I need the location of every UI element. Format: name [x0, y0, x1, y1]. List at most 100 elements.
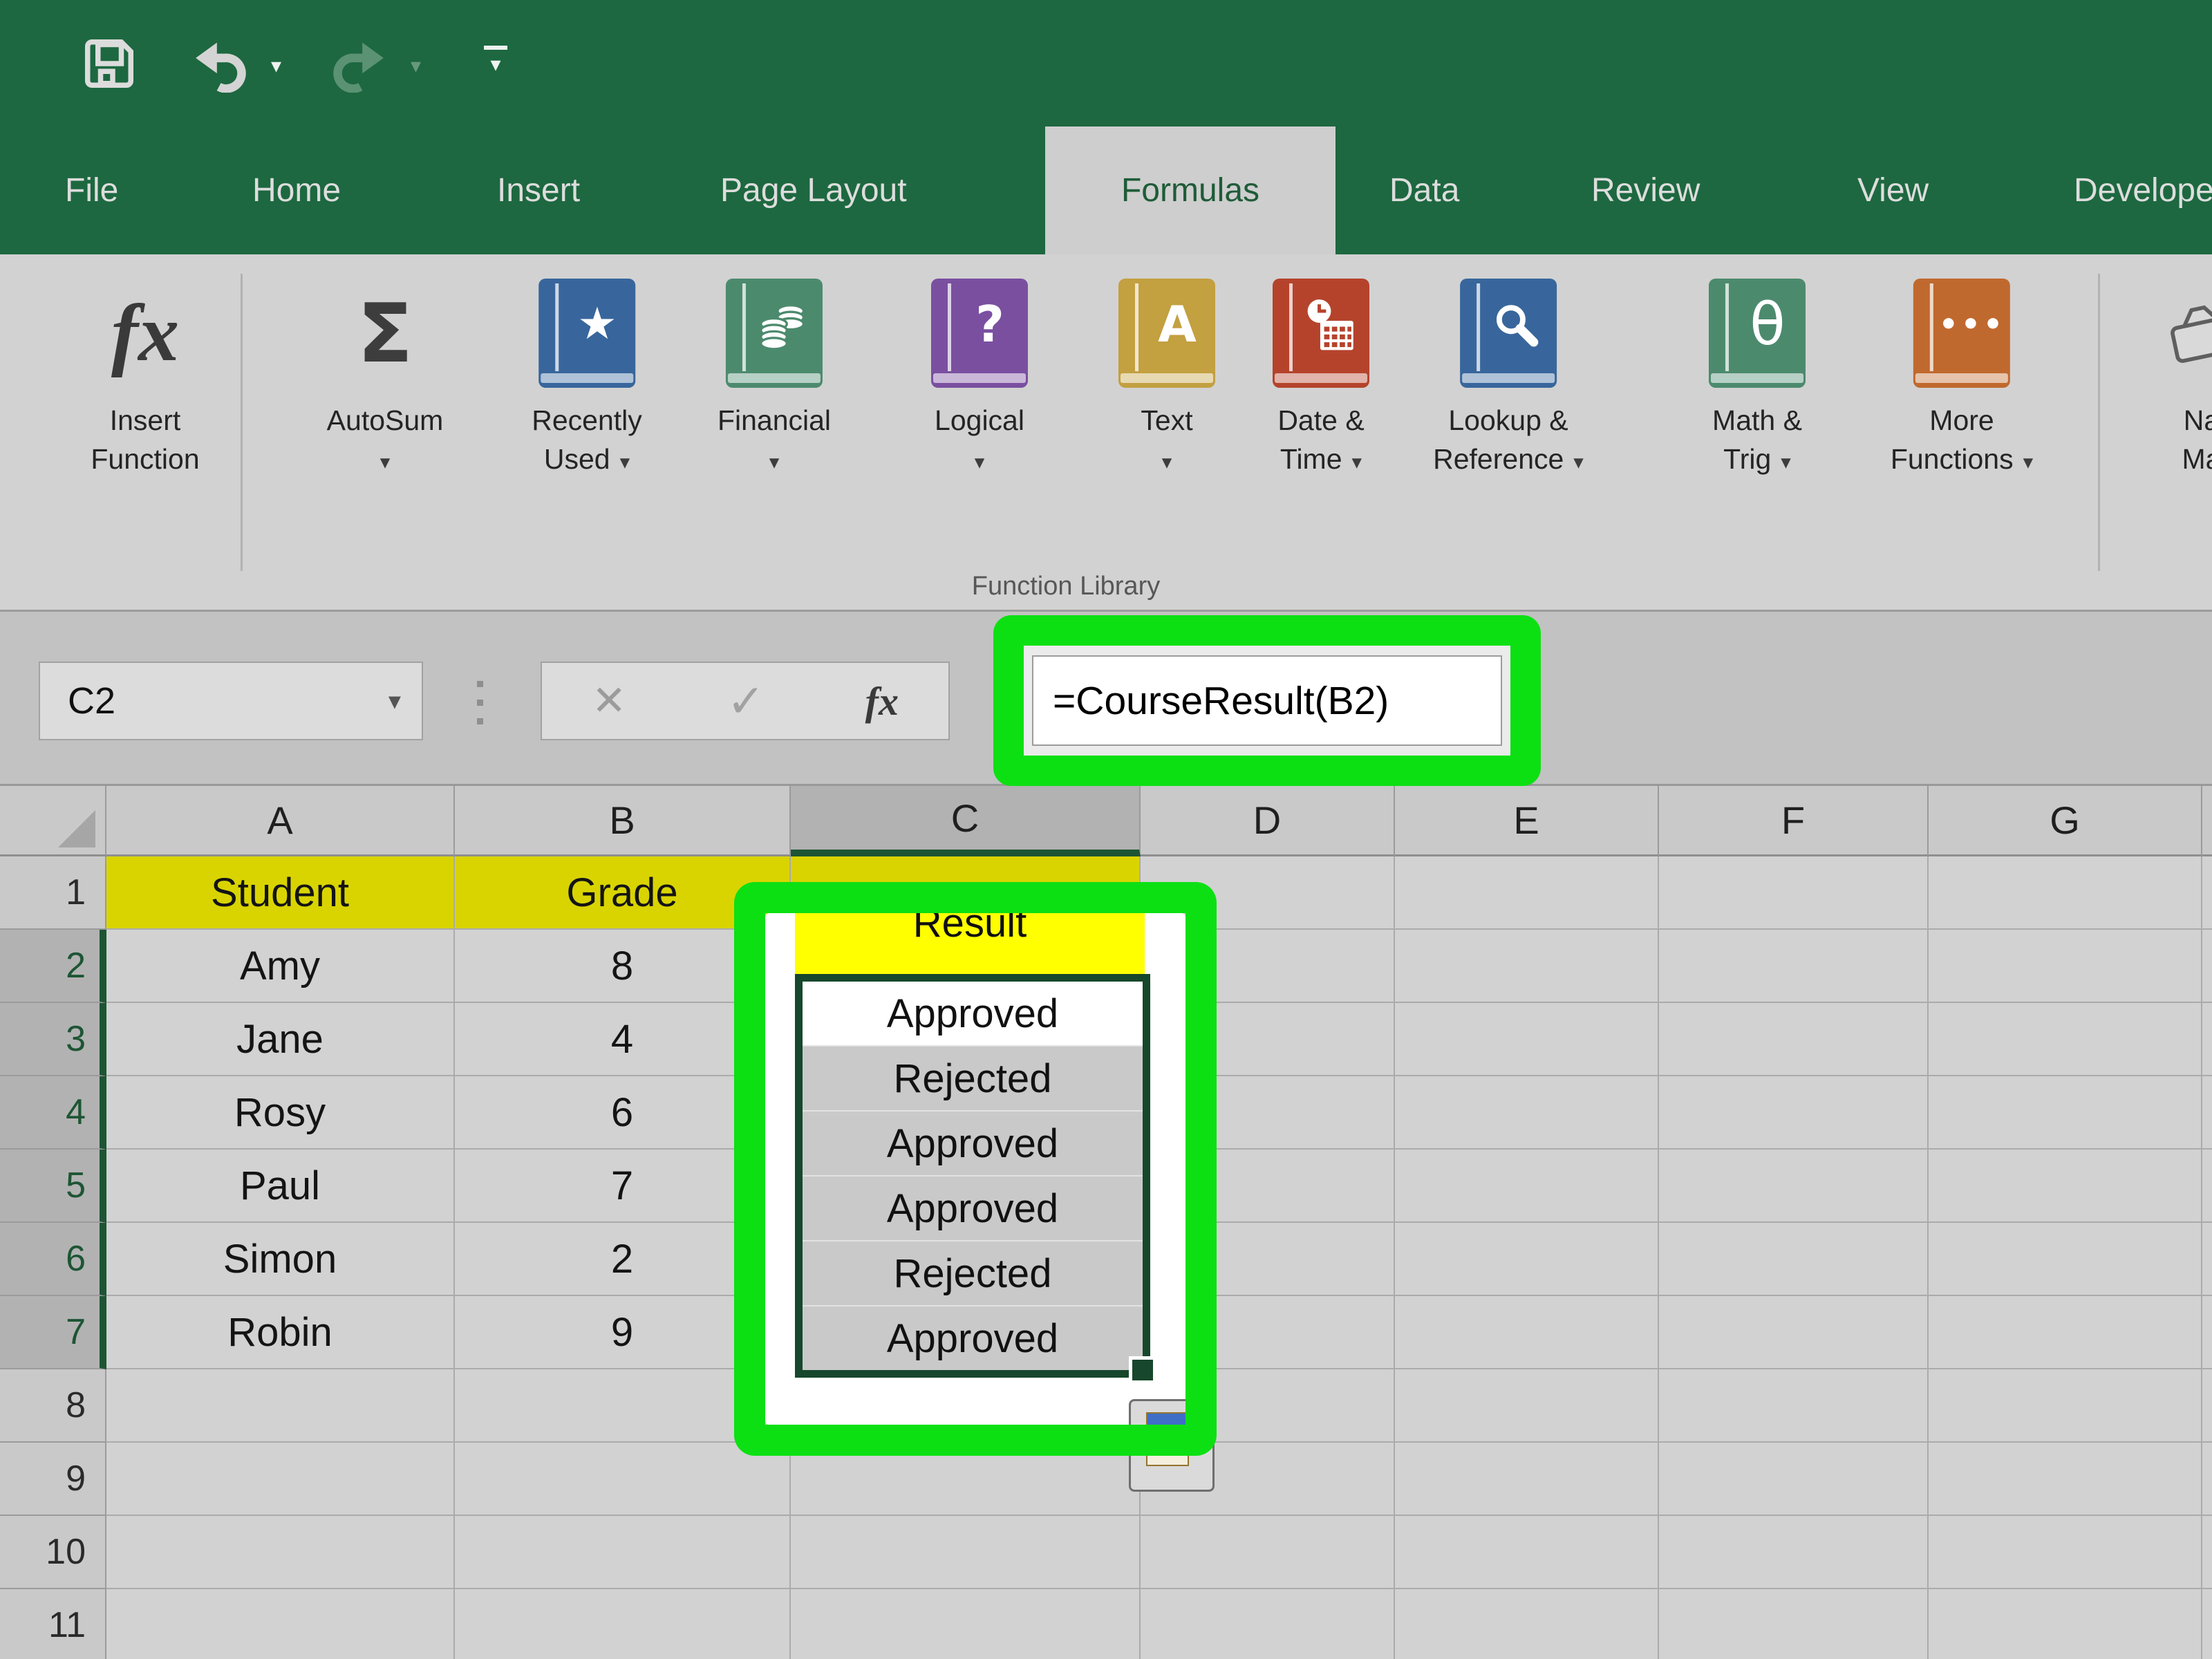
row-header-5[interactable]: 5 [0, 1150, 106, 1223]
undo-button[interactable] [188, 39, 252, 96]
column-header-A[interactable]: A [106, 786, 455, 856]
cell-A1[interactable]: Student [106, 856, 455, 930]
cell-E6[interactable] [1395, 1223, 1659, 1296]
cell-A11[interactable] [106, 1589, 455, 1659]
cell-H9[interactable] [2202, 1443, 2212, 1516]
date-time-button[interactable]: Date & Time ▾ [1273, 271, 1369, 478]
row-header-8[interactable]: 8 [0, 1369, 106, 1443]
cell-E7[interactable] [1395, 1296, 1659, 1369]
cell-G9[interactable] [1929, 1443, 2202, 1516]
chevron-down-icon[interactable]: ▾ [975, 444, 985, 474]
cell-F9[interactable] [1659, 1443, 1929, 1516]
cell-G11[interactable] [1929, 1589, 2202, 1659]
insert-function-button[interactable]: fx Insert Function [91, 271, 199, 478]
fill-handle[interactable] [1129, 1356, 1156, 1384]
cell-G3[interactable] [1929, 1003, 2202, 1076]
chevron-down-icon[interactable]: ▾ [1781, 444, 1791, 474]
cell-H6[interactable] [2202, 1223, 2212, 1296]
cell-H4[interactable] [2202, 1076, 2212, 1150]
cell-E11[interactable] [1395, 1589, 1659, 1659]
cell-E1[interactable] [1395, 856, 1659, 930]
chevron-down-icon[interactable]: ▾ [380, 444, 391, 474]
chevron-down-icon[interactable]: ▾ [1573, 444, 1584, 474]
chevron-down-icon[interactable]: ▾ [769, 444, 780, 474]
cell-A3[interactable]: Jane [106, 1003, 455, 1076]
cell-B9[interactable] [455, 1443, 791, 1516]
result-cell-C7[interactable]: Approved [803, 1305, 1143, 1370]
result-cell-C6[interactable]: Rejected [803, 1240, 1143, 1305]
cell-H11[interactable] [2202, 1589, 2212, 1659]
cell-H5[interactable] [2202, 1150, 2212, 1223]
tab-review[interactable]: Review [1591, 126, 1700, 254]
cell-F7[interactable] [1659, 1296, 1929, 1369]
name-box[interactable]: C2 ▾ [39, 662, 423, 740]
chevron-down-icon[interactable]: ▾ [388, 687, 401, 715]
autosum-button[interactable]: Σ AutoSum ▾ [327, 271, 444, 478]
cell-G2[interactable] [1929, 930, 2202, 1003]
formula-input[interactable]: =CourseResult(B2) [1032, 655, 1502, 746]
row-header-3[interactable]: 3 [0, 1003, 106, 1076]
column-header-C[interactable]: C [791, 786, 1141, 856]
cell-G6[interactable] [1929, 1223, 2202, 1296]
cell-G8[interactable] [1929, 1369, 2202, 1443]
column-header-stub[interactable] [2202, 786, 2212, 856]
cell-E9[interactable] [1395, 1443, 1659, 1516]
cell-A9[interactable] [106, 1443, 455, 1516]
logical-button[interactable]: ? Logical ▾ [931, 271, 1028, 478]
cell-C1-result-header[interactable]: Result [795, 913, 1145, 974]
cell-B11[interactable] [455, 1589, 791, 1659]
cell-B2[interactable]: 8 [455, 930, 791, 1003]
cell-G5[interactable] [1929, 1150, 2202, 1223]
cell-F5[interactable] [1659, 1150, 1929, 1223]
tab-home[interactable]: Home [252, 126, 341, 254]
column-header-E[interactable]: E [1395, 786, 1659, 856]
result-cell-C3[interactable]: Rejected [803, 1045, 1143, 1110]
select-all-button[interactable] [0, 786, 106, 856]
cell-F10[interactable] [1659, 1516, 1929, 1589]
cell-B1[interactable]: Grade [455, 856, 791, 930]
name-manager-button[interactable]: Na Ma [2160, 271, 2212, 478]
cell-B10[interactable] [455, 1516, 791, 1589]
cell-G7[interactable] [1929, 1296, 2202, 1369]
cell-H2[interactable] [2202, 930, 2212, 1003]
result-cell-C4[interactable]: Approved [803, 1110, 1143, 1175]
formula-bar-resizer[interactable] [477, 681, 483, 724]
redo-button[interactable] [328, 39, 391, 96]
tab-page-layout[interactable]: Page Layout [720, 126, 907, 254]
cell-F4[interactable] [1659, 1076, 1929, 1150]
cell-B7[interactable]: 9 [455, 1296, 791, 1369]
row-header-11[interactable]: 11 [0, 1589, 106, 1659]
auto-fill-options-button[interactable] [1129, 1399, 1215, 1492]
cell-H7[interactable] [2202, 1296, 2212, 1369]
row-header-2[interactable]: 2 [0, 930, 106, 1003]
cell-E10[interactable] [1395, 1516, 1659, 1589]
cell-B8[interactable] [455, 1369, 791, 1443]
tab-formulas-active[interactable]: Formulas [1045, 126, 1335, 254]
cell-E8[interactable] [1395, 1369, 1659, 1443]
more-functions-button[interactable]: ••• More Functions ▾ [1891, 271, 2033, 478]
tab-file[interactable]: File [65, 126, 118, 254]
row-header-4[interactable]: 4 [0, 1076, 106, 1150]
cell-B3[interactable]: 4 [455, 1003, 791, 1076]
cell-E2[interactable] [1395, 930, 1659, 1003]
cell-H1[interactable] [2202, 856, 2212, 930]
cell-D10[interactable] [1141, 1516, 1395, 1589]
chevron-down-icon[interactable]: ▾ [1352, 444, 1362, 474]
cancel-button[interactable]: ✕ [592, 677, 626, 725]
cell-G1[interactable] [1929, 856, 2202, 930]
cell-A6[interactable]: Simon [106, 1223, 455, 1296]
cell-A8[interactable] [106, 1369, 455, 1443]
column-header-B[interactable]: B [455, 786, 791, 856]
cell-E4[interactable] [1395, 1076, 1659, 1150]
chevron-down-icon[interactable]: ▾ [1162, 444, 1172, 474]
row-header-6[interactable]: 6 [0, 1223, 106, 1296]
cell-G10[interactable] [1929, 1516, 2202, 1589]
tab-data[interactable]: Data [1389, 126, 1459, 254]
cell-F11[interactable] [1659, 1589, 1929, 1659]
column-header-G[interactable]: G [1929, 786, 2202, 856]
cell-E3[interactable] [1395, 1003, 1659, 1076]
cell-A4[interactable]: Rosy [106, 1076, 455, 1150]
cell-F8[interactable] [1659, 1369, 1929, 1443]
row-header-7[interactable]: 7 [0, 1296, 106, 1369]
cell-C10[interactable] [791, 1516, 1141, 1589]
